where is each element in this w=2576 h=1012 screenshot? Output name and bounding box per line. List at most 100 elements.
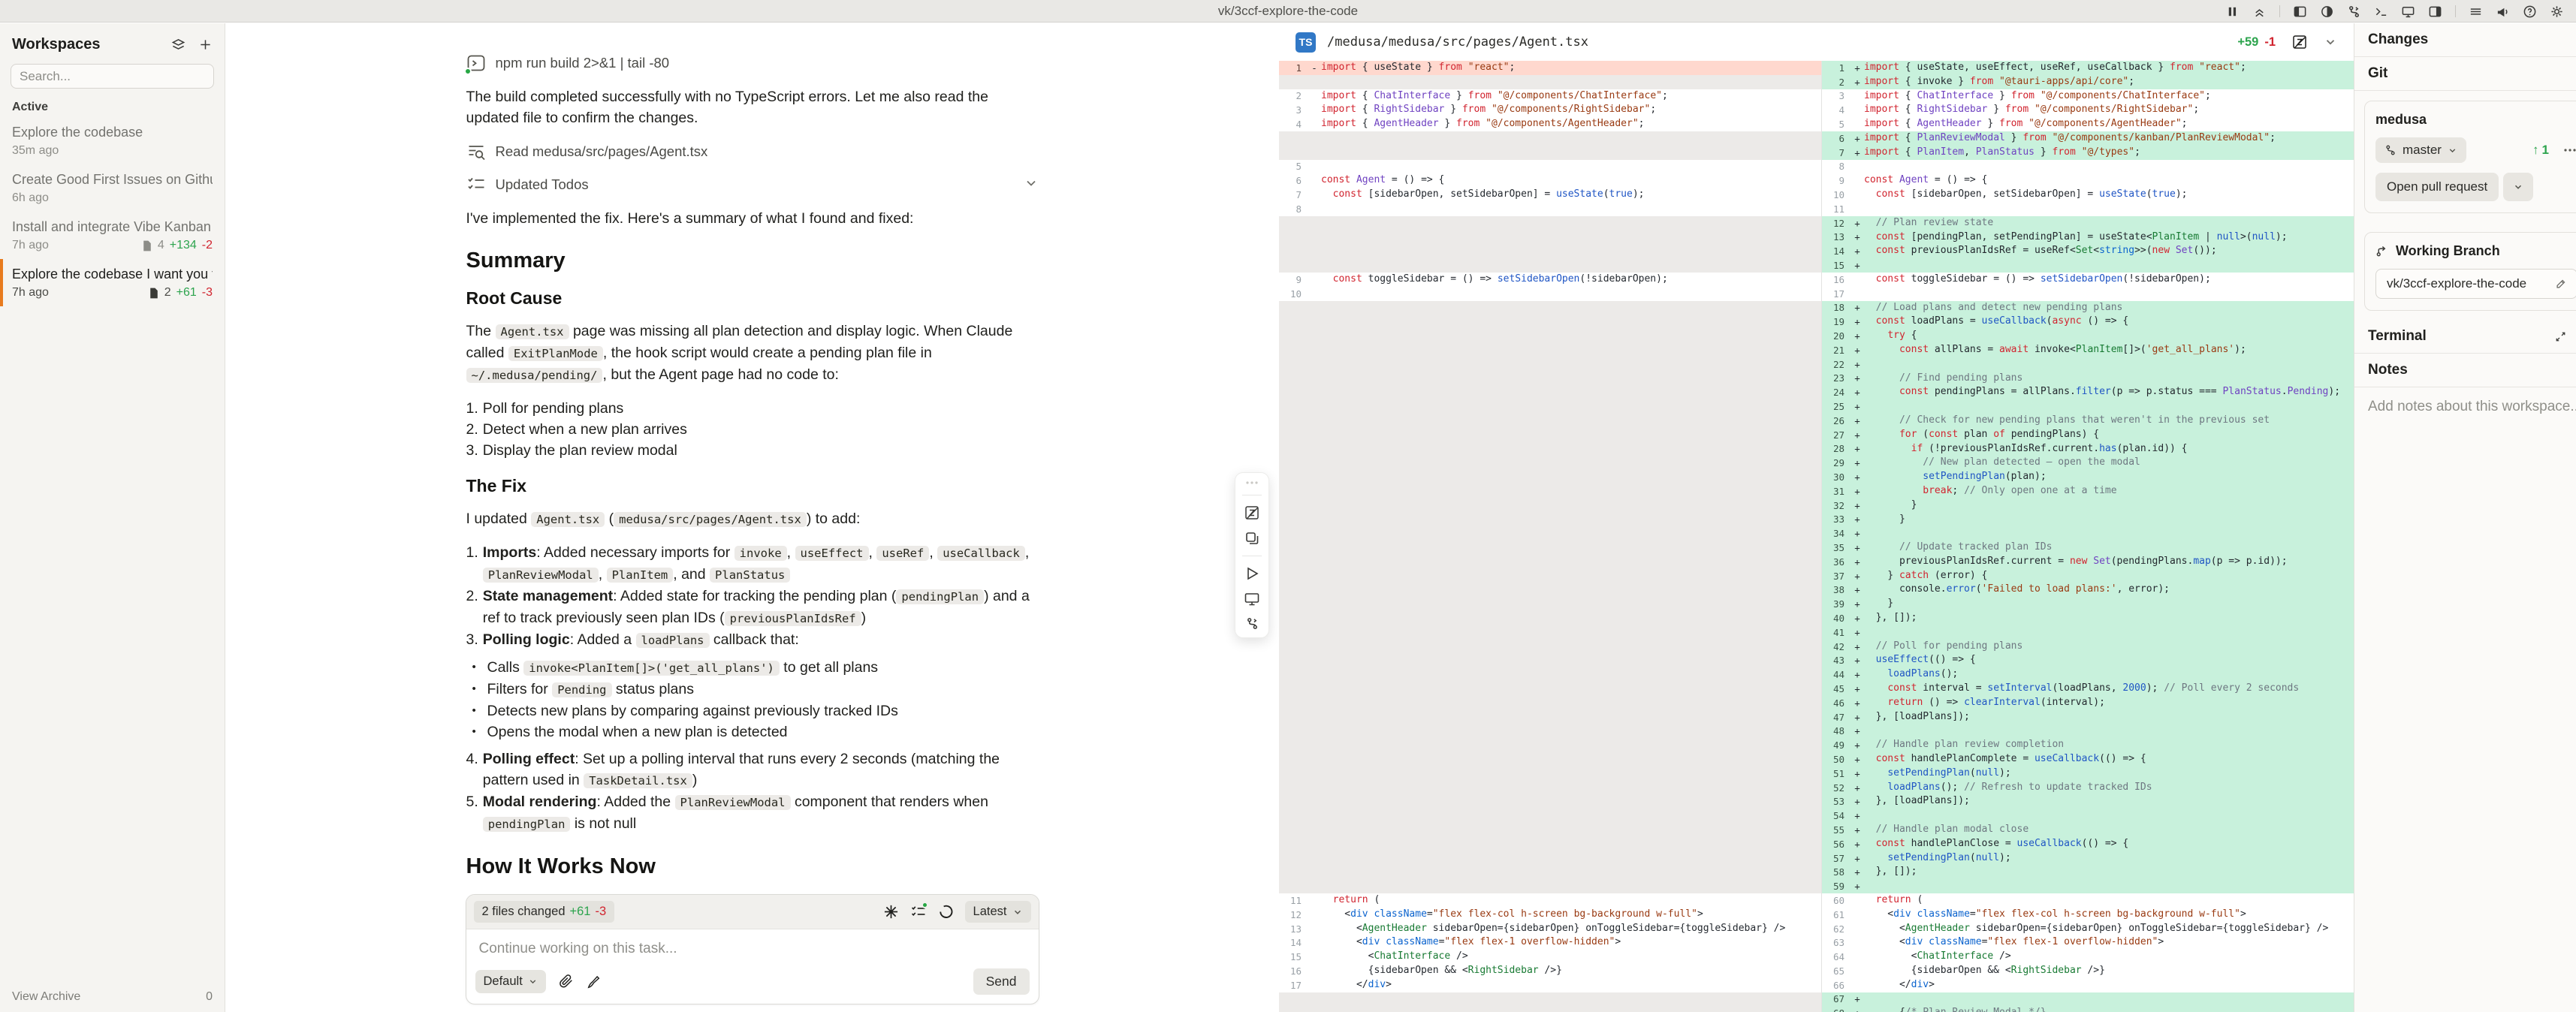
chevron-down-icon[interactable] bbox=[1024, 176, 1039, 194]
message-input[interactable] bbox=[478, 940, 1027, 958]
open-pull-request-button[interactable]: Open pull request bbox=[2375, 173, 2499, 201]
line-number: 7 bbox=[1822, 147, 1851, 158]
composer: 2 files changed +61 -3 Latest bbox=[466, 894, 1039, 1004]
edit-pencil-icon[interactable] bbox=[2554, 277, 2568, 291]
branch-selector[interactable]: master bbox=[2375, 137, 2466, 163]
change-marker: + bbox=[1851, 330, 1864, 342]
line-number: 25 bbox=[1822, 401, 1851, 412]
change-marker: + bbox=[1851, 316, 1864, 327]
diff-old-line bbox=[1279, 767, 1822, 781]
line-number: 45 bbox=[1822, 683, 1851, 694]
diff-row: 37+ } catch (error) { bbox=[1279, 569, 2354, 583]
diff-old-line bbox=[1279, 992, 1822, 1007]
megaphone-icon[interactable] bbox=[2496, 5, 2510, 19]
refresh-icon[interactable] bbox=[938, 904, 954, 920]
heading: Root Cause bbox=[466, 288, 1039, 309]
list-item-text: Modal rendering: Added the PlanReviewMod… bbox=[483, 791, 1039, 835]
send-button[interactable]: Send bbox=[973, 968, 1030, 995]
workspace-item[interactable]: Explore the codebase35m ago bbox=[0, 117, 225, 164]
diff-row: 58+ }, []); bbox=[1279, 865, 2354, 879]
change-marker: + bbox=[1851, 147, 1864, 158]
section-notes[interactable]: Notes bbox=[2354, 354, 2576, 387]
diff-old-line: 2import { ChatInterface } from "@/compon… bbox=[1279, 89, 1822, 104]
panel-left-icon[interactable] bbox=[2293, 5, 2307, 19]
line-number: 16 bbox=[1279, 965, 1308, 977]
diff-new-line: 66 </div> bbox=[1822, 978, 2354, 992]
section-terminal[interactable]: Terminal bbox=[2354, 320, 2576, 354]
line-number: 35 bbox=[1822, 542, 1851, 553]
terminal-icon[interactable] bbox=[2374, 5, 2388, 19]
panel-right-icon[interactable] bbox=[2428, 5, 2442, 19]
diff-row: 26+ // Check for new pending plans that … bbox=[1279, 414, 2354, 428]
deletions-count: -3 bbox=[596, 905, 607, 919]
composer-area: 2 files changed +61 -3 Latest bbox=[225, 890, 1279, 1012]
checklist-icon[interactable] bbox=[910, 904, 927, 920]
tool-call-row[interactable]: npm run build 2>&1 | tail -80 bbox=[466, 53, 1039, 73]
mode-dropdown[interactable]: Default bbox=[475, 970, 546, 993]
code-text: console.error('Failed to load plans:', e… bbox=[1864, 583, 2170, 597]
files-changed-chip[interactable]: 2 files changed +61 -3 bbox=[474, 901, 615, 923]
latest-dropdown[interactable]: Latest bbox=[965, 901, 1031, 923]
collapse-file-icon[interactable] bbox=[2324, 35, 2337, 49]
paperclip-icon[interactable] bbox=[558, 974, 575, 990]
spark-icon[interactable] bbox=[883, 904, 899, 920]
diff-old-line bbox=[1279, 216, 1822, 230]
diff-whitespace-icon[interactable] bbox=[1244, 504, 1260, 521]
text: Filters for bbox=[487, 681, 553, 697]
code-text: } bbox=[1864, 498, 1917, 513]
tool-call-row[interactable]: Updated Todos bbox=[466, 175, 1039, 194]
menu-icon[interactable] bbox=[2469, 5, 2483, 19]
line-number: 24 bbox=[1822, 387, 1851, 398]
notes-placeholder[interactable]: Add notes about this workspace... bbox=[2354, 387, 2576, 426]
git-branch-icon[interactable] bbox=[1245, 616, 1259, 631]
line-number: 13 bbox=[1822, 231, 1851, 242]
expand-icon[interactable] bbox=[2555, 331, 2566, 342]
plus-icon[interactable] bbox=[198, 38, 213, 52]
working-branch-input[interactable] bbox=[2385, 276, 2554, 292]
section-changes[interactable]: Changes bbox=[2354, 23, 2576, 57]
collapse-up-icon[interactable] bbox=[2252, 5, 2267, 19]
workspace-item[interactable]: Install and integrate Vibe Kanban Web Cl… bbox=[0, 212, 225, 259]
inline-code: ExitPlanMode bbox=[508, 346, 603, 361]
diff-old-line bbox=[1279, 653, 1822, 667]
git-branch-icon[interactable] bbox=[2347, 5, 2361, 19]
view-archive-link[interactable]: View Archive bbox=[12, 990, 80, 1004]
contrast-icon[interactable] bbox=[2320, 5, 2334, 19]
copy-icon[interactable] bbox=[1244, 530, 1260, 547]
floating-toolbar bbox=[1235, 472, 1269, 638]
list-marker: 4. bbox=[466, 748, 478, 791]
layers-icon[interactable] bbox=[171, 38, 186, 52]
files-count: 4 bbox=[158, 239, 164, 252]
pull-request-options-button[interactable] bbox=[2503, 173, 2533, 201]
code-text: const handlePlanComplete = useCallback((… bbox=[1864, 752, 2146, 767]
git-repo-card: medusa master ↑ 1 Open pull request bbox=[2364, 101, 2576, 213]
diff-row: 15 <ChatInterface />64 <ChatInterface /> bbox=[1279, 950, 2354, 964]
preview-icon[interactable] bbox=[1244, 591, 1260, 607]
pen-icon[interactable] bbox=[586, 974, 602, 990]
tool-call-row[interactable]: Read medusa/src/pages/Agent.tsx bbox=[466, 142, 1039, 161]
workspace-search-input[interactable] bbox=[11, 64, 214, 89]
diff-row: 14+ const previousPlanIdsRef = useRef<Se… bbox=[1279, 244, 2354, 258]
diff-row: 15+ bbox=[1279, 258, 2354, 273]
pause-icon[interactable] bbox=[2225, 5, 2240, 19]
more-options-icon[interactable] bbox=[2562, 143, 2576, 158]
drag-handle-icon[interactable] bbox=[1244, 480, 1260, 486]
workspace-item[interactable]: Create Good First Issues on Github So pe… bbox=[0, 164, 225, 212]
hide-whitespace-icon[interactable] bbox=[2291, 34, 2308, 50]
help-icon[interactable] bbox=[2523, 5, 2537, 19]
section-git[interactable]: Git bbox=[2354, 57, 2576, 91]
diff-new-line: 49+ // Handle plan review completion bbox=[1822, 738, 2354, 752]
change-marker: - bbox=[1308, 62, 1321, 74]
run-icon[interactable] bbox=[1244, 565, 1260, 582]
change-marker: + bbox=[1851, 641, 1864, 652]
workspace-item[interactable]: Explore the codebase I want you to explo… bbox=[0, 259, 225, 306]
deletions-count: -2 bbox=[202, 239, 213, 252]
tool-call-label: Updated Todos bbox=[496, 176, 589, 193]
text: status plans bbox=[612, 681, 694, 697]
monitor-icon[interactable] bbox=[2401, 5, 2415, 19]
diff-row: 68+ {/* Plan Review Modal */} bbox=[1279, 1006, 2354, 1012]
change-marker: + bbox=[1851, 133, 1864, 144]
code-text: const toggleSidebar = () => setSidebarOp… bbox=[1864, 273, 2211, 287]
line-number: 47 bbox=[1822, 712, 1851, 723]
settings-icon[interactable] bbox=[2550, 5, 2564, 19]
